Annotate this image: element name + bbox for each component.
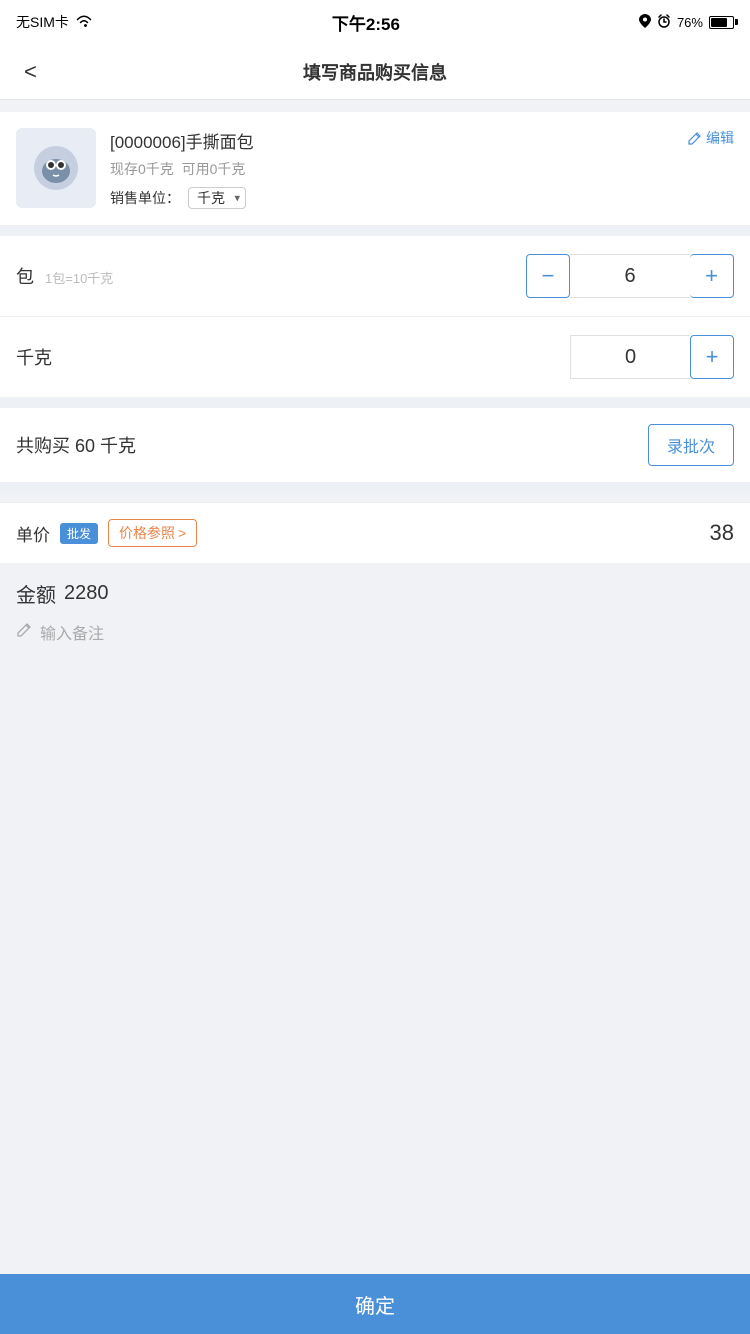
package-label: 包 1包=10千克 bbox=[16, 263, 526, 289]
unit-select-wrap[interactable]: 千克 bbox=[188, 187, 246, 209]
price-ref-label: 价格参照 bbox=[119, 523, 175, 543]
carrier-label: 无SIM卡 bbox=[16, 12, 69, 32]
package-controls: − + bbox=[526, 254, 734, 298]
nav-bar: < 填写商品购买信息 bbox=[0, 44, 750, 100]
price-value: 38 bbox=[710, 520, 734, 546]
package-quantity-input[interactable] bbox=[570, 254, 690, 298]
price-section: 单价 批发 价格参照 > 38 bbox=[0, 502, 750, 563]
status-right: 76% bbox=[639, 14, 734, 31]
summary-text: 共购买 60 千克 bbox=[16, 432, 136, 458]
batch-button[interactable]: 录批次 bbox=[648, 424, 734, 466]
status-time: 下午2:56 bbox=[332, 10, 400, 35]
product-stock: 现存0千克 可用0千克 bbox=[110, 159, 734, 179]
price-reference-button[interactable]: 价格参照 > bbox=[108, 519, 197, 547]
package-minus-button[interactable]: − bbox=[526, 254, 570, 298]
edit-label: 编辑 bbox=[706, 128, 734, 148]
product-info: [0000006]手撕面包 编辑 现存0千克 可用0千克 销售单位： 千克 bbox=[110, 128, 734, 209]
amount-row: 金额 2280 bbox=[16, 579, 734, 608]
package-hint: 1包=10千克 bbox=[45, 271, 113, 286]
product-name: [0000006]手撕面包 bbox=[110, 128, 254, 153]
section-divider-3 bbox=[0, 482, 750, 492]
location-icon bbox=[639, 14, 651, 31]
amount-label: 金额 bbox=[16, 579, 56, 608]
battery-percent: 76% bbox=[677, 15, 703, 30]
edit-button[interactable]: 编辑 bbox=[688, 128, 734, 148]
kilogram-plus-button[interactable]: + bbox=[690, 335, 734, 379]
quantity-section: 包 1包=10千克 − + 千克 + bbox=[0, 236, 750, 398]
alarm-icon bbox=[657, 14, 671, 31]
amount-section: 金额 2280 输入备注 bbox=[0, 563, 750, 660]
confirm-bar[interactable]: 确定 bbox=[0, 1274, 750, 1334]
page-title: 填写商品购买信息 bbox=[303, 59, 447, 85]
summary-section: 共购买 60 千克 录批次 bbox=[0, 408, 750, 482]
section-divider-1 bbox=[0, 226, 750, 236]
back-button[interactable]: < bbox=[16, 51, 45, 93]
battery-icon bbox=[709, 16, 734, 29]
wholesale-badge: 批发 bbox=[60, 523, 98, 544]
status-left: 无SIM卡 bbox=[16, 12, 93, 32]
unit-select[interactable]: 千克 bbox=[188, 187, 246, 209]
kilogram-quantity-input[interactable] bbox=[570, 335, 690, 379]
amount-value: 2280 bbox=[64, 582, 109, 605]
product-unit-row: 销售单位： 千克 bbox=[110, 187, 734, 209]
package-quantity-row: 包 1包=10千克 − + bbox=[0, 236, 750, 317]
empty-space bbox=[0, 660, 750, 960]
package-plus-button[interactable]: + bbox=[690, 254, 734, 298]
section-divider-2 bbox=[0, 398, 750, 408]
kilogram-controls: + bbox=[570, 335, 734, 379]
product-card: [0000006]手撕面包 编辑 现存0千克 可用0千克 销售单位： 千克 bbox=[0, 112, 750, 226]
pencil-icon bbox=[16, 622, 32, 643]
price-label: 单价 bbox=[16, 521, 50, 546]
confirm-label: 确定 bbox=[355, 1290, 395, 1319]
note-row[interactable]: 输入备注 bbox=[16, 620, 734, 644]
price-row: 单价 批发 价格参照 > 38 bbox=[16, 519, 734, 547]
kilogram-label: 千克 bbox=[16, 344, 570, 370]
kilogram-quantity-row: 千克 + bbox=[0, 317, 750, 398]
status-bar: 无SIM卡 下午2:56 76% bbox=[0, 0, 750, 44]
wifi-icon bbox=[75, 14, 93, 31]
note-placeholder: 输入备注 bbox=[40, 620, 104, 644]
price-ref-arrow: > bbox=[178, 525, 186, 541]
product-image bbox=[16, 128, 96, 208]
